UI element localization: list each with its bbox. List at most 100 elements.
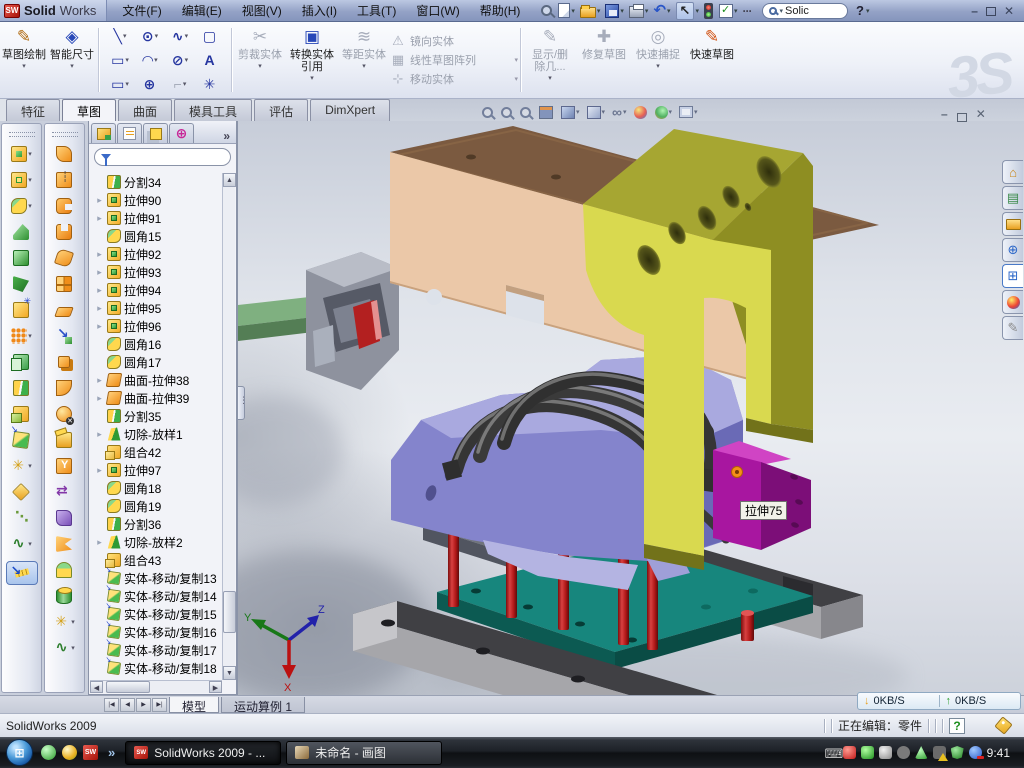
active-measure-tool-button[interactable] xyxy=(6,561,38,585)
expand-arrow-icon[interactable]: ▸ xyxy=(95,537,104,548)
tree-item[interactable]: ▸ 切除-放样1 xyxy=(91,425,222,443)
view-tool-button[interactable] xyxy=(482,107,494,118)
dropdown-arrow-icon[interactable]: ▾ xyxy=(362,62,366,70)
view-tool-button[interactable]: ▾ xyxy=(587,106,606,119)
surface-tool-button[interactable] xyxy=(45,349,84,375)
task-pane-tab[interactable]: ▤ xyxy=(1002,186,1023,210)
surface-tool-button[interactable] xyxy=(45,323,84,349)
toolbar-icon-button[interactable]: ▾ xyxy=(603,3,626,19)
tree-item[interactable]: 分割36 xyxy=(91,515,222,533)
menu-item[interactable]: 窗口(W) xyxy=(407,0,468,21)
ribbon-button[interactable]: ✚ 修复草图 xyxy=(577,22,631,98)
messenger-tray-icon[interactable] xyxy=(969,746,982,759)
tree-item[interactable]: ▸ 拉伸97 xyxy=(91,461,222,479)
feature-tool-button[interactable]: ▾ xyxy=(2,141,41,167)
task-pane-tab[interactable]: ✎ xyxy=(1002,316,1023,340)
tree-vertical-scrollbar[interactable]: ▲ ▼ xyxy=(222,173,235,680)
dropdown-arrow-icon[interactable]: ▾ xyxy=(548,74,552,82)
view-tool-button[interactable] xyxy=(520,107,532,118)
ribbon-button[interactable]: ◈ 智能尺寸 ▾ xyxy=(48,22,96,98)
command-tab[interactable]: 曲面 xyxy=(118,99,172,121)
sketch-tool-button[interactable]: ╲▾ xyxy=(105,24,135,48)
dropdown-arrow-icon[interactable]: ▾ xyxy=(310,74,314,82)
help-button[interactable]: ? xyxy=(856,3,864,18)
view-tool-button[interactable]: ▾ xyxy=(655,106,673,119)
sketch-tool-button[interactable]: ▭▾ xyxy=(105,48,135,72)
keyboard-tray-icon[interactable] xyxy=(825,746,838,759)
model-tab[interactable]: 运动算例 1 xyxy=(221,697,305,713)
tag-icon[interactable] xyxy=(994,716,1012,734)
antivirus-tray-icon[interactable] xyxy=(861,746,874,759)
dropdown-arrow-icon[interactable]: ▾ xyxy=(185,32,189,40)
tree-item[interactable]: ▸ 拉伸93 xyxy=(91,263,222,281)
dropdown-arrow-icon[interactable]: ▾ xyxy=(125,56,129,64)
search-box[interactable]: ▾ xyxy=(762,3,848,19)
status-help-button[interactable]: ? xyxy=(949,718,965,734)
dropdown-arrow-icon[interactable]: ▾ xyxy=(258,62,262,70)
expand-arrow-icon[interactable]: ▸ xyxy=(95,393,104,404)
feature-tool-button[interactable]: ▾ xyxy=(2,531,41,557)
dropdown-arrow-icon[interactable]: ▾ xyxy=(514,75,518,83)
surface-tool-button[interactable] xyxy=(45,219,84,245)
tree-item[interactable]: 实体-移动/复制18 xyxy=(91,659,222,677)
menu-item[interactable]: 编辑(E) xyxy=(173,0,231,21)
surface-tool-button[interactable] xyxy=(45,583,84,609)
command-tab[interactable]: 模具工具 xyxy=(174,99,252,121)
sketch-tool-button[interactable]: ⌐▾ xyxy=(165,72,195,96)
feature-tool-button[interactable] xyxy=(2,505,41,531)
sketch-tool-button[interactable]: ⊙▾ xyxy=(135,24,165,48)
dropdown-arrow-icon[interactable]: ▾ xyxy=(155,32,159,40)
upload-tray-icon[interactable] xyxy=(915,746,928,759)
expand-arrow-icon[interactable]: ▸ xyxy=(95,213,104,224)
tree-item[interactable]: 圆角16 xyxy=(91,335,222,353)
ribbon-button[interactable]: ✎ 快速草图 xyxy=(685,22,739,98)
doc-close-button[interactable]: ✕ xyxy=(976,107,986,121)
command-tab[interactable]: DimXpert xyxy=(310,99,390,121)
ribbon-row-button[interactable]: ⚠ 镜向实体 xyxy=(390,33,518,49)
ribbon-row-button[interactable]: ⊹ 移动实体 ▾ xyxy=(390,71,518,87)
dropdown-arrow-icon[interactable]: ▾ xyxy=(183,80,187,88)
task-pane-tab[interactable]: ⌂ xyxy=(1002,160,1023,184)
surface-tool-button[interactable] xyxy=(45,505,84,531)
dropdown-arrow-icon[interactable]: ▾ xyxy=(620,7,624,15)
dropdown-arrow-icon[interactable]: ▾ xyxy=(154,56,158,64)
dropdown-arrow-icon[interactable]: ▾ xyxy=(602,108,606,116)
sketch-tool-button[interactable]: ◠▾ xyxy=(135,48,165,72)
expand-arrow-icon[interactable]: ▸ xyxy=(95,321,104,332)
expand-arrow-icon[interactable]: ▸ xyxy=(95,465,104,476)
menu-item[interactable]: 插入(I) xyxy=(293,0,346,21)
surface-tool-button[interactable] xyxy=(45,167,84,193)
tree-item[interactable]: ▸ 拉伸96 xyxy=(91,317,222,335)
view-tool-button[interactable]: ▾ xyxy=(612,104,627,120)
quick-launch-overflow[interactable]: » xyxy=(108,745,115,760)
menu-item[interactable]: 视图(V) xyxy=(233,0,291,21)
panel-splitter-handle[interactable] xyxy=(237,386,245,420)
tree-item[interactable]: ▸ 拉伸91 xyxy=(91,209,222,227)
toolbar-icon-button[interactable]: ▾ xyxy=(651,2,672,19)
shield-tray-icon[interactable] xyxy=(951,746,964,759)
feature-tool-button[interactable] xyxy=(2,245,41,271)
feature-manager-tab[interactable] xyxy=(117,123,142,143)
surface-tool-button[interactable] xyxy=(45,245,84,271)
panel-overflow-button[interactable]: » xyxy=(219,129,234,143)
quick-launch-icon[interactable] xyxy=(41,745,56,760)
toolbar-icon-button[interactable]: ▾ xyxy=(556,2,577,19)
tree-item[interactable]: 分割34 xyxy=(91,173,222,191)
surface-tool-button[interactable] xyxy=(45,401,84,427)
surface-tool-button[interactable] xyxy=(45,271,84,297)
view-tool-button[interactable] xyxy=(501,107,513,118)
tree-item[interactable]: 圆角18 xyxy=(91,479,222,497)
scroll-up-button[interactable]: ▲ xyxy=(223,173,236,187)
dropdown-arrow-icon[interactable]: ▾ xyxy=(695,7,699,15)
quick-launch-icon[interactable]: SW xyxy=(83,745,98,760)
surface-tool-button[interactable] xyxy=(45,479,84,505)
expand-arrow-icon[interactable]: ▸ xyxy=(95,267,104,278)
dropdown-arrow-icon[interactable]: ▾ xyxy=(28,176,32,184)
toolbar-icon-button[interactable] xyxy=(740,3,754,19)
surface-tool-button[interactable] xyxy=(45,297,84,323)
tree-item[interactable]: 圆角17 xyxy=(91,353,222,371)
feature-tool-button[interactable] xyxy=(2,479,41,505)
expand-arrow-icon[interactable]: ▸ xyxy=(95,285,104,296)
tab-nav-button[interactable]: ▶| xyxy=(152,698,167,712)
surface-tool-button[interactable]: ▾ xyxy=(45,609,84,635)
